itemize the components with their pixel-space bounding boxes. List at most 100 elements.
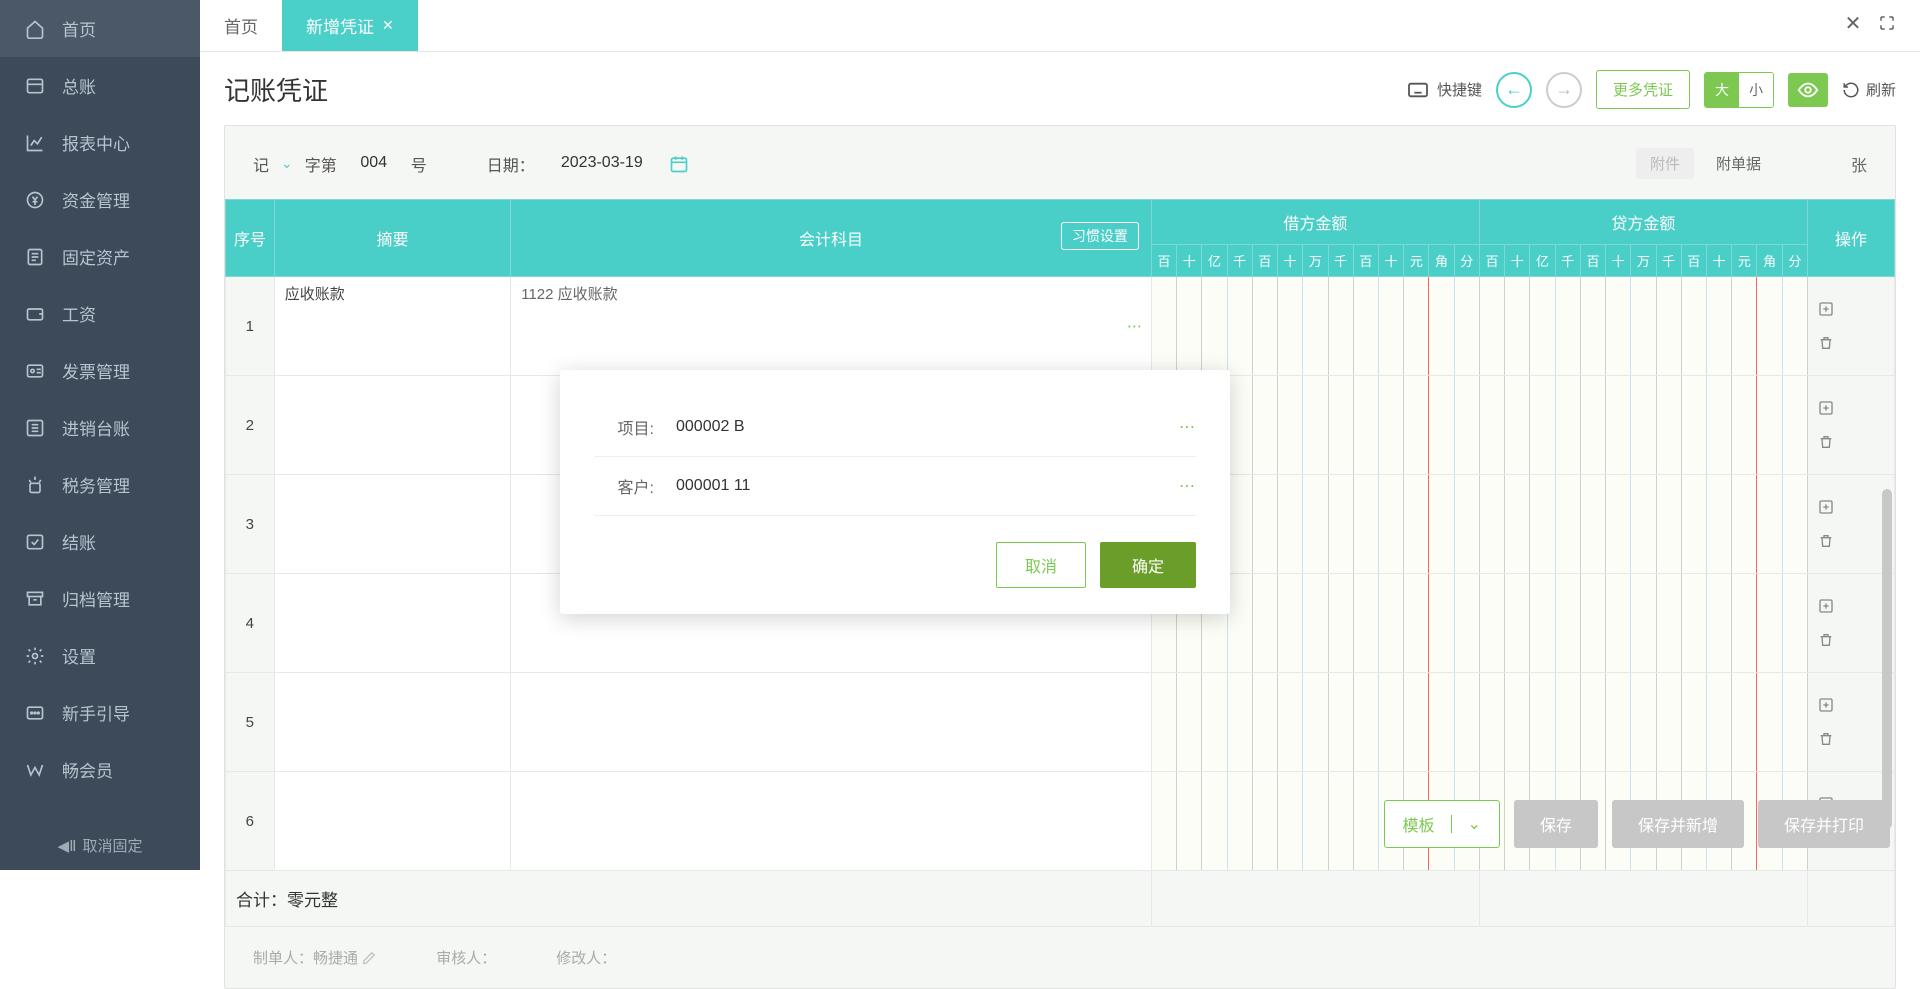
subject-more-icon[interactable]: ⋯	[1127, 317, 1143, 335]
delete-row-icon[interactable]	[1818, 731, 1884, 747]
sidebar-item-guide[interactable]: 新手引导	[0, 684, 200, 741]
add-row-icon[interactable]	[1818, 499, 1884, 515]
shortcut-hint[interactable]: 快捷键	[1407, 79, 1482, 100]
subject-cell[interactable]	[511, 772, 1152, 871]
amount-digit[interactable]	[1303, 574, 1328, 673]
amount-digit[interactable]	[1202, 772, 1227, 871]
next-button[interactable]: →	[1546, 72, 1582, 108]
voucher-type[interactable]: 记	[253, 152, 269, 176]
scrollbar-thumb[interactable]	[1882, 489, 1892, 829]
amount-digit[interactable]	[1404, 277, 1429, 376]
delete-row-icon[interactable]	[1818, 434, 1884, 450]
amount-digit[interactable]	[1479, 673, 1504, 772]
amount-digit[interactable]	[1555, 376, 1580, 475]
amount-digit[interactable]	[1227, 673, 1252, 772]
amount-digit[interactable]	[1580, 673, 1605, 772]
amount-digit[interactable]	[1328, 772, 1353, 871]
delete-row-icon[interactable]	[1818, 533, 1884, 549]
amount-digit[interactable]	[1656, 277, 1681, 376]
sidebar-item-ledger[interactable]: 总账	[0, 57, 200, 114]
sidebar-item-purchase-sales[interactable]: 进销台账	[0, 399, 200, 456]
amount-digit[interactable]	[1252, 475, 1277, 574]
amount-digit[interactable]	[1303, 376, 1328, 475]
amount-digit[interactable]	[1429, 277, 1454, 376]
summary-cell[interactable]	[274, 673, 511, 772]
amount-digit[interactable]	[1429, 376, 1454, 475]
save-new-button[interactable]: 保存并新增	[1612, 800, 1744, 848]
amount-digit[interactable]	[1353, 277, 1378, 376]
amount-digit[interactable]	[1429, 673, 1454, 772]
amount-digit[interactable]	[1378, 277, 1403, 376]
amount-digit[interactable]	[1757, 574, 1782, 673]
voucher-date-input[interactable]	[547, 150, 657, 177]
sidebar-item-assets[interactable]: 固定资产	[0, 228, 200, 285]
amount-digit[interactable]	[1479, 475, 1504, 574]
size-large-button[interactable]: 大	[1705, 73, 1739, 107]
sidebar-item-salary[interactable]: 工资	[0, 285, 200, 342]
amount-digit[interactable]	[1353, 376, 1378, 475]
amount-digit[interactable]	[1278, 673, 1303, 772]
sidebar-item-closing[interactable]: 结账	[0, 513, 200, 570]
amount-digit[interactable]	[1606, 673, 1631, 772]
save-print-button[interactable]: 保存并打印	[1758, 800, 1890, 848]
customer-input[interactable]	[672, 471, 1161, 501]
amount-digit[interactable]	[1252, 376, 1277, 475]
amount-digit[interactable]	[1631, 673, 1656, 772]
project-more-icon[interactable]: ⋯	[1179, 417, 1196, 437]
amount-digit[interactable]	[1378, 475, 1403, 574]
sidebar-item-settings[interactable]: 设置	[0, 627, 200, 684]
window-close-button[interactable]: ✕	[1838, 8, 1868, 38]
amount-digit[interactable]	[1278, 376, 1303, 475]
amount-digit[interactable]	[1782, 574, 1807, 673]
add-row-icon[interactable]	[1818, 697, 1884, 713]
amount-digit[interactable]	[1303, 772, 1328, 871]
amount-digit[interactable]	[1404, 475, 1429, 574]
amount-digit[interactable]	[1252, 574, 1277, 673]
amount-digit[interactable]	[1631, 376, 1656, 475]
delete-row-icon[interactable]	[1818, 632, 1884, 648]
amount-digit[interactable]	[1530, 574, 1555, 673]
amount-digit[interactable]	[1278, 772, 1303, 871]
amount-digit[interactable]	[1782, 376, 1807, 475]
amount-digit[interactable]	[1353, 673, 1378, 772]
amount-digit[interactable]	[1656, 673, 1681, 772]
amount-digit[interactable]	[1454, 376, 1479, 475]
amount-digit[interactable]	[1757, 376, 1782, 475]
amount-digit[interactable]	[1580, 475, 1605, 574]
habit-settings-button[interactable]: 习惯设置	[1061, 222, 1139, 250]
amount-digit[interactable]	[1227, 376, 1252, 475]
amount-digit[interactable]	[1555, 475, 1580, 574]
amount-digit[interactable]	[1530, 277, 1555, 376]
edit-icon[interactable]	[362, 951, 376, 965]
refresh-button[interactable]: 刷新	[1842, 79, 1896, 100]
amount-digit[interactable]	[1227, 475, 1252, 574]
sidebar-item-home[interactable]: 首页	[0, 0, 200, 57]
amount-digit[interactable]	[1151, 673, 1176, 772]
amount-digit[interactable]	[1606, 574, 1631, 673]
summary-cell[interactable]	[274, 475, 511, 574]
amount-digit[interactable]	[1555, 673, 1580, 772]
amount-digit[interactable]	[1227, 277, 1252, 376]
amount-digit[interactable]	[1479, 277, 1504, 376]
summary-cell[interactable]	[274, 376, 511, 475]
amount-digit[interactable]	[1202, 277, 1227, 376]
fullscreen-button[interactable]	[1878, 8, 1908, 38]
amount-digit[interactable]	[1606, 475, 1631, 574]
add-row-icon[interactable]	[1818, 301, 1884, 317]
attachment-count-input[interactable]	[1773, 150, 1833, 177]
amount-digit[interactable]	[1303, 277, 1328, 376]
amount-digit[interactable]	[1732, 673, 1757, 772]
amount-digit[interactable]	[1732, 277, 1757, 376]
amount-digit[interactable]	[1631, 574, 1656, 673]
ok-button[interactable]: 确定	[1100, 542, 1196, 588]
amount-digit[interactable]	[1177, 277, 1202, 376]
voucher-number-input[interactable]	[349, 150, 399, 177]
sidebar-toggle[interactable]: ◀Ⅱ取消固定	[0, 821, 200, 870]
amount-digit[interactable]	[1202, 673, 1227, 772]
tab-new-voucher[interactable]: 新增凭证✕	[282, 0, 418, 51]
amount-digit[interactable]	[1252, 277, 1277, 376]
amount-digit[interactable]	[1656, 574, 1681, 673]
amount-digit[interactable]	[1606, 376, 1631, 475]
calendar-icon[interactable]	[669, 154, 689, 174]
amount-digit[interactable]	[1580, 376, 1605, 475]
